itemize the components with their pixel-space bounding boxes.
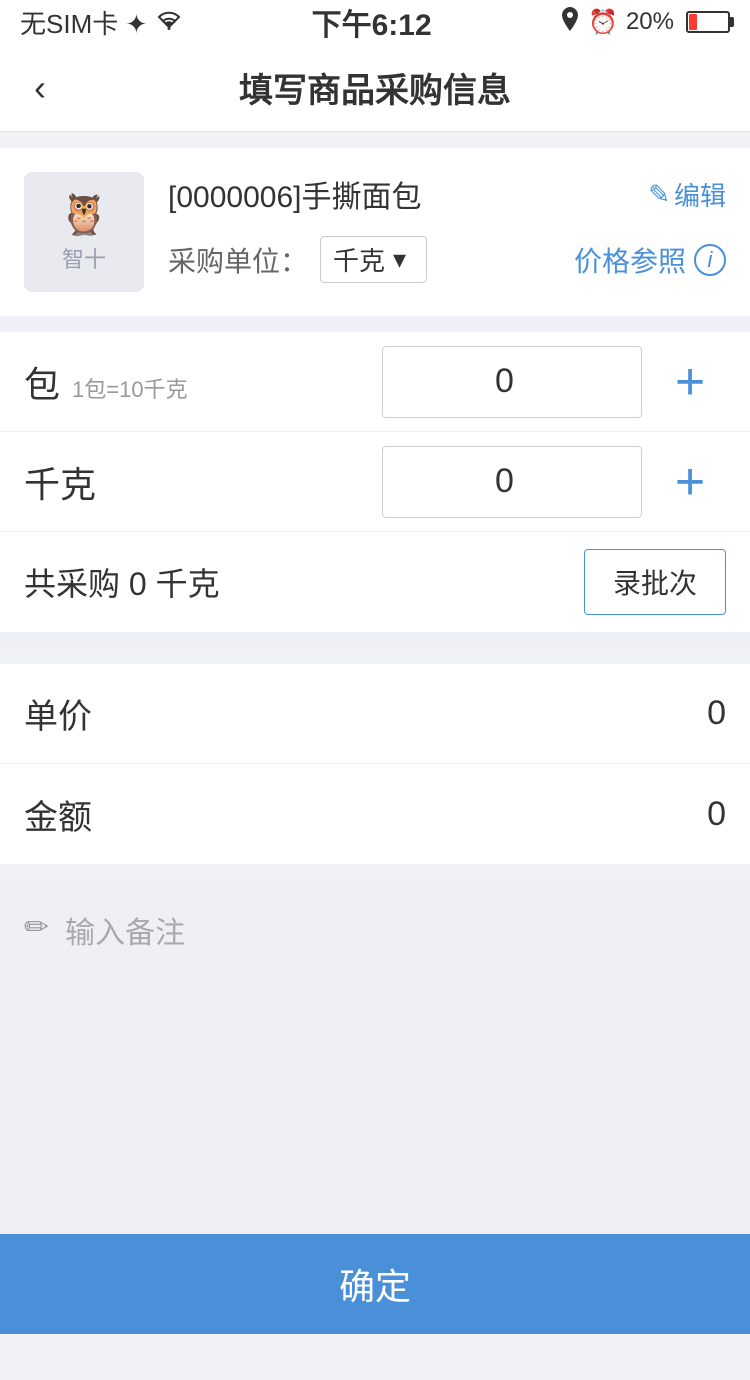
unit-select[interactable]: 千克 ▾ — [320, 236, 427, 283]
kg-input-control: + — [204, 446, 726, 518]
batch-button[interactable]: 录批次 — [584, 549, 726, 615]
kg-label: 千克 — [24, 456, 204, 508]
bag-plus-button[interactable]: + — [654, 346, 726, 418]
input-section: 包 1包=10千克 + 千克 + — [0, 332, 750, 532]
wifi-icon — [155, 7, 183, 38]
bag-quantity-input[interactable] — [382, 346, 642, 418]
confirm-button[interactable]: 确定 — [0, 1234, 750, 1334]
kg-quantity-input[interactable] — [382, 446, 642, 518]
amount-row: 金额 0 — [0, 764, 750, 864]
location-icon — [560, 7, 580, 38]
divider-1 — [0, 316, 750, 332]
confirm-button-label: 确定 — [339, 1258, 411, 1310]
kg-plus-button[interactable]: + — [654, 446, 726, 518]
price-ref-button[interactable]: 价格参照 i — [574, 240, 726, 280]
product-thumb-icon: 🦉 — [59, 191, 109, 238]
nav-bar: ‹ 填写商品采购信息 — [0, 44, 750, 132]
notes-placeholder: 输入备注 — [65, 908, 185, 952]
unit-price-row: 单价 0 — [0, 664, 750, 764]
product-meta-row: 采购单位： 千克 ▾ 价格参照 i — [168, 236, 726, 283]
product-thumbnail: 🦉 智十 — [24, 172, 144, 292]
price-ref-label: 价格参照 — [574, 240, 686, 280]
product-name: [0000006]手撕面包 — [168, 172, 421, 216]
page-title: 填写商品采购信息 — [239, 63, 511, 112]
alarm-icon: ⏰ — [588, 8, 618, 37]
product-name-row: [0000006]手撕面包 ✎ 编辑 — [168, 172, 726, 216]
unit-label: 采购单位： 千克 ▾ — [168, 236, 427, 283]
status-left: 无SIM卡 ✦ — [20, 4, 183, 41]
product-thumb-label: 智十 — [62, 242, 106, 274]
amount-value: 0 — [707, 795, 726, 834]
edit-label: 编辑 — [674, 176, 726, 213]
sim-status: 无SIM卡 ✦ — [20, 4, 147, 41]
amount-label: 金额 — [24, 790, 92, 839]
notes-section[interactable]: ✏ 输入备注 — [0, 880, 750, 1280]
battery-icon — [686, 11, 730, 33]
price-section: 单价 0 金额 0 — [0, 664, 750, 864]
bag-label-sub: 1包=10千克 — [72, 372, 188, 404]
price-ref-info-icon: i — [694, 244, 726, 276]
edit-icon: ✎ — [648, 179, 670, 210]
bag-input-control: + — [204, 346, 726, 418]
dropdown-arrow-icon: ▾ — [393, 244, 406, 275]
bag-label: 包 1包=10千克 — [24, 356, 204, 408]
product-card: 🦉 智十 [0000006]手撕面包 ✎ 编辑 采购单位： 千克 ▾ 价格参照 … — [0, 148, 750, 316]
back-button[interactable]: ‹ — [24, 57, 56, 119]
status-bar: 无SIM卡 ✦ 下午6:12 ⏰ 20% — [0, 0, 750, 44]
unit-value: 千克 — [333, 241, 385, 278]
pencil-icon: ✏ — [24, 910, 49, 945]
unit-label-text: 采购单位： — [168, 240, 308, 280]
product-info: [0000006]手撕面包 ✎ 编辑 采购单位： 千克 ▾ 价格参照 i — [168, 172, 726, 283]
summary-text: 共采购 0 千克 — [24, 559, 220, 605]
battery-percent: 20% — [626, 8, 674, 36]
status-time: 下午6:12 — [312, 0, 432, 44]
kg-label-main: 千克 — [24, 456, 96, 508]
edit-link[interactable]: ✎ 编辑 — [648, 176, 726, 213]
bag-input-row: 包 1包=10千克 + — [0, 332, 750, 432]
unit-price-value: 0 — [707, 694, 726, 733]
unit-price-label: 单价 — [24, 689, 92, 738]
divider-2 — [0, 632, 750, 648]
bag-label-main: 包 — [24, 356, 60, 408]
kg-input-row: 千克 + — [0, 432, 750, 532]
summary-row: 共采购 0 千克 录批次 — [0, 532, 750, 632]
status-right: ⏰ 20% — [560, 7, 730, 38]
